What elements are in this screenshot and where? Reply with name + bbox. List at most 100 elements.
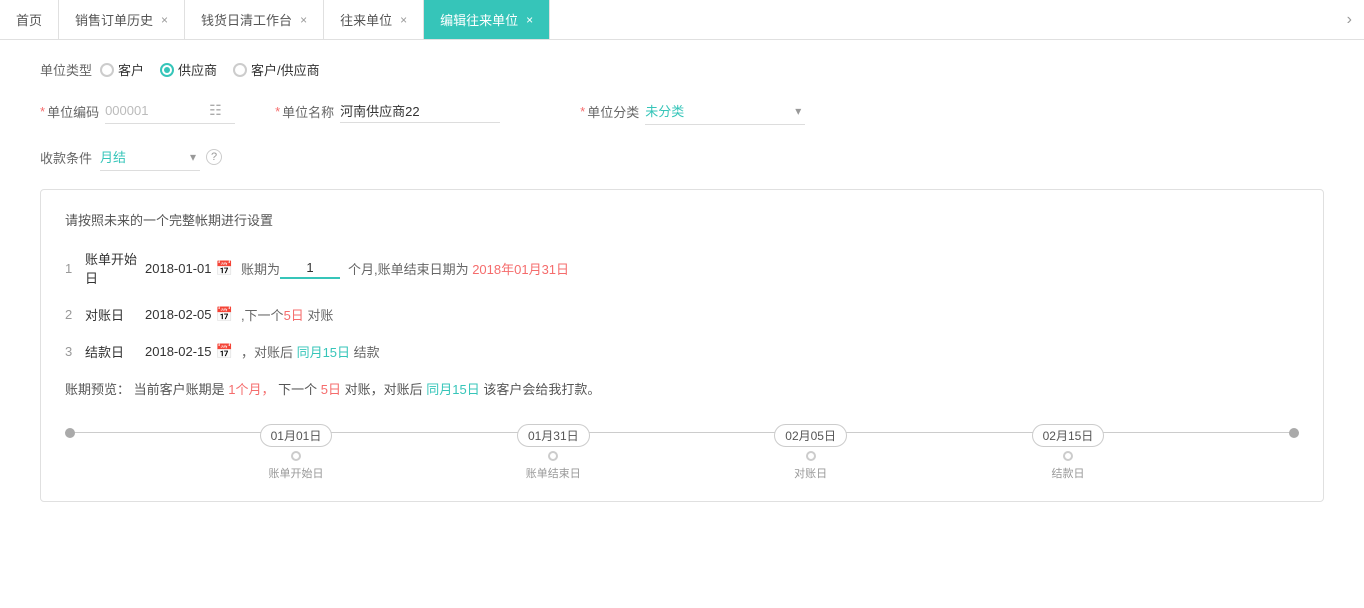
- period-row-2-date-field: 2018-02-05 📅: [145, 306, 233, 323]
- preview-highlight-2: 5日: [321, 382, 341, 397]
- unit-name-input[interactable]: [340, 99, 500, 123]
- unit-code-group: * 单位编码 ☷: [40, 98, 235, 124]
- preview-label: 账期预览：: [65, 382, 130, 397]
- period-row-3-label: 结款日: [85, 342, 145, 361]
- unit-category-dropdown[interactable]: 未分类 ▾: [645, 97, 805, 125]
- preview-text-4: 该客户会给我打款。: [483, 382, 600, 397]
- unit-name-star: *: [275, 104, 280, 119]
- unit-code-icon: ☷: [209, 102, 222, 119]
- radio-supplier-label: 供应商: [178, 60, 217, 79]
- timeline-point-4: 02月15日 结款日: [1032, 424, 1105, 481]
- payment-condition-arrow: ▾: [190, 150, 196, 164]
- timeline-pill-1: 01月01日: [260, 424, 333, 447]
- period-row-2-cal-icon[interactable]: 📅: [216, 306, 233, 323]
- unit-code-label: 单位编码: [47, 102, 99, 121]
- period-row-1-date-value: 2018-01-01: [145, 261, 212, 276]
- tab-sales-order-history[interactable]: 销售订单历史 ×: [59, 0, 185, 39]
- payment-condition-dropdown[interactable]: 月结 ▾: [100, 143, 200, 171]
- preview-text-1: 当前客户账期是: [134, 382, 225, 397]
- unit-category-star: *: [580, 104, 585, 119]
- payment-condition-value: 月结: [100, 147, 186, 166]
- period-row-1-cal-icon[interactable]: 📅: [216, 260, 233, 277]
- payment-condition-row: 收款条件 月结 ▾ ?: [40, 143, 1324, 171]
- timeline-dot-1: [291, 451, 301, 461]
- unit-name-label: 单位名称: [282, 102, 334, 121]
- period-row-1-end-date: 2018年01月31日: [472, 262, 569, 277]
- period-row-2-highlight: 5日: [284, 308, 304, 323]
- period-row-1-num: 1: [65, 261, 85, 276]
- timeline-point-1: 01月01日 账单开始日: [260, 424, 333, 481]
- radio-supplier[interactable]: 供应商: [160, 60, 217, 79]
- unit-type-label: 单位类型: [40, 60, 92, 79]
- preview-text-2: 下一个: [278, 382, 317, 397]
- period-row-3-num: 3: [65, 344, 85, 359]
- radio-supplier-circle: [160, 63, 174, 77]
- unit-type-radio-group: 客户 供应商 客户/供应商: [100, 60, 320, 79]
- period-row-3: 3 结款日 2018-02-15 📅 ，对账后 同月15日 结款: [65, 342, 1299, 361]
- timeline-sublabel-4: 结款日: [1051, 465, 1084, 481]
- tab-edit-partner-unit[interactable]: 编辑往来单位 ×: [424, 0, 550, 39]
- timeline-point-2: 01月31日 账单结束日: [517, 424, 590, 481]
- period-row-3-highlight: 同月15日: [297, 345, 350, 360]
- radio-customer-label: 客户: [118, 60, 144, 79]
- timeline-sublabel-3: 对账日: [794, 465, 827, 481]
- tab-home-label: 首页: [16, 10, 42, 29]
- unit-info-row: * 单位编码 ☷ * 单位名称 * 单位分类 未分类 ▾: [40, 97, 1324, 125]
- tab-cash-reconciliation[interactable]: 钱货日清工作台 ×: [185, 0, 324, 39]
- preview-highlight-1: 1个月，: [228, 382, 274, 397]
- period-row-2-desc: ,下一个5日 对账: [241, 305, 333, 324]
- period-settings-box: 请按照未来的一个完整帐期进行设置 1 账单开始日 2018-01-01 📅 账期…: [40, 189, 1324, 502]
- tab-cash-reconciliation-close[interactable]: ×: [300, 13, 307, 27]
- period-settings-title: 请按照未来的一个完整帐期进行设置: [65, 210, 1299, 229]
- preview-text-3: 对账，对账后: [345, 382, 427, 397]
- timeline-start: [65, 428, 75, 442]
- unit-code-star: *: [40, 104, 45, 119]
- period-row-1-date-field: 2018-01-01 📅: [145, 260, 233, 277]
- period-row-2-label: 对账日: [85, 305, 145, 324]
- radio-customer-supplier-circle: [233, 63, 247, 77]
- tab-partner-unit-close[interactable]: ×: [400, 13, 407, 27]
- preview-highlight-3: 同月15日: [426, 382, 479, 397]
- unit-code-field[interactable]: ☷: [105, 98, 235, 124]
- payment-condition-help-icon[interactable]: ?: [206, 149, 222, 165]
- period-row-1: 1 账单开始日 2018-01-01 📅 账期为 个月,账单结束日期为 2018…: [65, 249, 1299, 287]
- timeline-dot-2: [548, 451, 558, 461]
- radio-customer[interactable]: 客户: [100, 60, 144, 79]
- period-row-1-label: 账单开始日: [85, 249, 145, 287]
- timeline-dot-3: [806, 451, 816, 461]
- tab-partner-unit-label: 往来单位: [340, 10, 392, 29]
- tab-cash-reconciliation-label: 钱货日清工作台: [201, 10, 292, 29]
- tabs-chevron[interactable]: ›: [1335, 11, 1364, 29]
- timeline-pill-4: 02月15日: [1032, 424, 1105, 447]
- period-row-1-desc-prefix: 账期为: [241, 259, 280, 278]
- unit-category-label: 单位分类: [587, 102, 639, 121]
- timeline-end-dot: [1289, 428, 1299, 438]
- tab-partner-unit[interactable]: 往来单位 ×: [324, 0, 424, 39]
- timeline-pill-2: 01月31日: [517, 424, 590, 447]
- period-row-3-date-value: 2018-02-15: [145, 344, 212, 359]
- unit-code-input[interactable]: [105, 103, 205, 118]
- radio-customer-supplier-label: 客户/供应商: [251, 60, 320, 79]
- tab-edit-partner-unit-close[interactable]: ×: [526, 13, 533, 27]
- timeline-end: [1289, 428, 1299, 442]
- period-row-2: 2 对账日 2018-02-05 📅 ,下一个5日 对账: [65, 305, 1299, 324]
- payment-condition-label: 收款条件: [40, 148, 92, 167]
- tab-home[interactable]: 首页: [0, 0, 59, 39]
- unit-name-group: * 单位名称: [275, 99, 500, 123]
- radio-customer-supplier[interactable]: 客户/供应商: [233, 60, 320, 79]
- tab-sales-order-history-close[interactable]: ×: [161, 13, 168, 27]
- period-row-3-cal-icon[interactable]: 📅: [216, 343, 233, 360]
- tab-sales-order-history-label: 销售订单历史: [75, 10, 153, 29]
- unit-category-value: 未分类: [645, 101, 791, 120]
- timeline-items: 01月01日 账单开始日 01月31日 账单结束日 02月05日 对账日: [65, 424, 1299, 481]
- tab-edit-partner-unit-label: 编辑往来单位: [440, 10, 518, 29]
- period-row-3-desc: ，对账后 同月15日 结款: [241, 342, 380, 361]
- timeline: 01月01日 账单开始日 01月31日 账单结束日 02月05日 对账日: [65, 414, 1299, 481]
- main-content: 单位类型 客户 供应商 客户/供应商 * 单位编码 ☷: [0, 40, 1364, 608]
- preview-text: 账期预览： 当前客户账期是 1个月， 下一个 5日 对账，对账后 同月15日 该…: [65, 379, 1299, 398]
- unit-type-row: 单位类型 客户 供应商 客户/供应商: [40, 60, 1324, 79]
- period-row-1-month-input[interactable]: [280, 258, 340, 279]
- unit-category-arrow: ▾: [795, 104, 801, 118]
- timeline-sublabel-1: 账单开始日: [268, 465, 323, 481]
- period-row-1-desc-suffix: 个月,账单结束日期为 2018年01月31日: [348, 259, 569, 278]
